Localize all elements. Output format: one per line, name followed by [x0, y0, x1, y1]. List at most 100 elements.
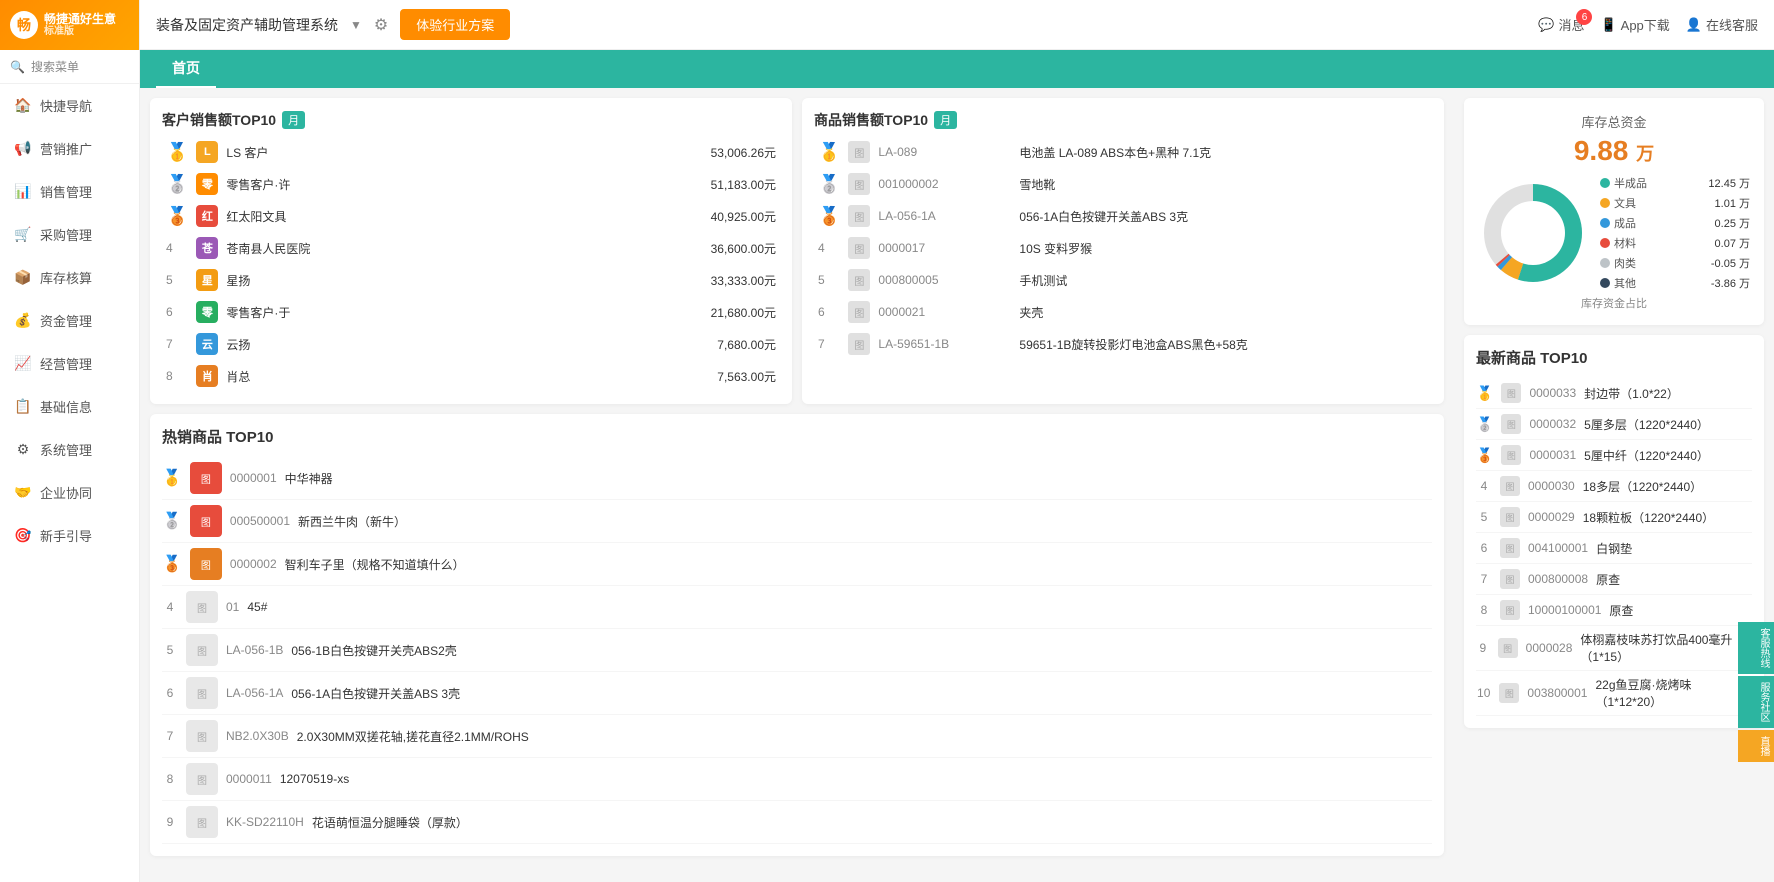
message-item[interactable]: 💬 消息 6 [1538, 15, 1584, 34]
search-label: 搜索菜单 [31, 58, 79, 75]
app-download-label: App下载 [1621, 15, 1670, 34]
legend-value: -3.86 万 [1711, 275, 1750, 291]
product-img-icon: 图 [1500, 507, 1520, 527]
inventory-value: 9.88 万 [1478, 135, 1750, 167]
service-icon: 👤 [1686, 17, 1702, 33]
latest-product-item: 10 图 003800001 22g鱼豆腐·烧烤味（1*12*20） [1476, 671, 1752, 716]
legend-value: 12.45 万 [1708, 175, 1750, 191]
sidebar-item-label: 销售管理 [40, 182, 92, 201]
latest-product-item: 5 图 0000029 18颗粒板（1220*2440） [1476, 502, 1752, 533]
customer-rank-row: 🥈 零 零售客户·许 51,183.00元 [162, 168, 780, 200]
legend-dot [1600, 258, 1610, 268]
sidebar-item-inventory[interactable]: 📦 库存核算 [0, 256, 139, 299]
sidebar-item-label: 经营管理 [40, 354, 92, 373]
product-rank-row: 🥇 图 LA-089 电池盖 LA-089 ABS本色+黑种 7.1克 [814, 136, 1432, 168]
sidebar-item-purchase[interactable]: 🛒 采购管理 [0, 213, 139, 256]
message-icon: 💬 [1538, 17, 1554, 33]
cs-community-btn[interactable]: 服务社区 [1738, 676, 1774, 728]
nav-tabs: 首页 [140, 50, 1774, 88]
customer-rank-row: 🥉 红 红太阳文具 40,925.00元 [162, 200, 780, 232]
customer-rank-row: 6 零 零售客户·于 21,680.00元 [162, 296, 780, 328]
product-img-icon: 图 [1500, 600, 1520, 620]
search-menu[interactable]: 🔍 搜索菜单 [0, 50, 139, 84]
latest-product-item: 4 图 0000030 18多层（1220*2440） [1476, 471, 1752, 502]
cs-live-btn[interactable]: 直播 [1738, 730, 1774, 762]
sidebar-item-marketing[interactable]: 📢 营销推广 [0, 127, 139, 170]
latest-name: 5厘中纤（1220*2440） [1584, 447, 1709, 464]
latest-products-title: 最新商品 TOP10 [1476, 347, 1752, 368]
sidebar-item-label: 营销推广 [40, 139, 92, 158]
sidebar-item-finance[interactable]: 💰 资金管理 [0, 299, 139, 342]
sidebar-item-label: 基础信息 [40, 397, 92, 416]
latest-code: 004100001 [1528, 541, 1588, 555]
latest-code: 0000033 [1529, 386, 1576, 400]
product-rank-row: 5 图 000800005 手机测试 [814, 264, 1432, 296]
product-img-icon: 图 [1498, 638, 1518, 658]
latest-name: 封边带（1.0*22） [1584, 385, 1679, 402]
product-img-icon: 图 [1501, 383, 1521, 403]
hot-products-list: 🥇 图 0000001 中华神器 🥈 图 000500001 新西兰牛肉（新牛）… [162, 457, 1432, 844]
hot-product-item: 5 图 LA-056-1B 056-1B白色按键开关壳ABS2壳 [162, 629, 1432, 672]
hot-product-item: 🥇 图 0000001 中华神器 [162, 457, 1432, 500]
customer-service-float: 客服热线 服务社区 直播 [1738, 622, 1774, 762]
legend-item: 半成品 12.45 万 [1600, 175, 1750, 191]
latest-product-item: 9 图 0000028 体栩嘉枝味苏打饮品400毫升（1*15） [1476, 626, 1752, 671]
legend-dot [1600, 218, 1610, 228]
inventory-card: 库存总资金 9.88 万 [1464, 98, 1764, 325]
dropdown-icon[interactable]: ▼ [350, 18, 362, 32]
product-img-icon: 图 [1501, 445, 1521, 465]
legend-item: 肉类 -0.05 万 [1600, 255, 1750, 271]
ranking-section: 客户销售额TOP10 月 🥇 L LS 客户 53,006.26元 🥈 零 零售… [150, 98, 1444, 404]
latest-name: 18多层（1220*2440） [1583, 478, 1702, 495]
latest-name: 22g鱼豆腐·烧烤味（1*12*20） [1595, 676, 1752, 710]
latest-code: 10000100001 [1528, 603, 1601, 617]
product-ranking-title: 商品销售额TOP10 [814, 110, 928, 130]
sidebar-item-sales[interactable]: 📊 销售管理 [0, 170, 139, 213]
legend-value: 1.01 万 [1715, 195, 1750, 211]
product-ranking-card: 商品销售额TOP10 月 🥇 图 LA-089 电池盖 LA-089 ABS本色… [802, 98, 1444, 404]
customer-ranking-card: 客户销售额TOP10 月 🥇 L LS 客户 53,006.26元 🥈 零 零售… [150, 98, 792, 404]
sidebar-item-collab[interactable]: 🤝 企业协同 [0, 471, 139, 514]
sidebar-item-management[interactable]: 📈 经营管理 [0, 342, 139, 385]
sidebar-item-system[interactable]: ⚙ 系统管理 [0, 428, 139, 471]
latest-code: 000800008 [1528, 572, 1588, 586]
settings-icon[interactable]: ⚙ [374, 15, 388, 35]
legend-value: 0.25 万 [1715, 215, 1750, 231]
cs-hotline-btn[interactable]: 客服热线 [1738, 622, 1774, 674]
sidebar-item-nav[interactable]: 🏠 快捷导航 [0, 84, 139, 127]
app-name: 畅捷通好生意 [44, 12, 116, 26]
sidebar-item-label: 采购管理 [40, 225, 92, 244]
legend-dot [1600, 238, 1610, 248]
legend-value: -0.05 万 [1711, 255, 1750, 271]
app-download-item[interactable]: 📱 App下载 [1600, 15, 1669, 34]
system-name: 装备及固定资产辅助管理系统 [156, 15, 338, 35]
marketing-icon: 📢 [14, 140, 32, 158]
logo-icon: 畅 [10, 11, 38, 39]
online-service-label: 在线客服 [1706, 15, 1758, 34]
right-panel: 库存总资金 9.88 万 [1454, 88, 1774, 882]
trial-button[interactable]: 体验行业方案 [400, 9, 510, 40]
purchase-icon: 🛒 [14, 226, 32, 244]
sidebar-item-guide[interactable]: 🎯 新手引导 [0, 514, 139, 557]
sidebar-item-label: 快捷导航 [40, 96, 92, 115]
latest-product-item: 🥈 图 0000032 5厘多层（1220*2440） [1476, 409, 1752, 440]
customer-rank-row: 🥇 L LS 客户 53,006.26元 [162, 136, 780, 168]
sidebar-item-basic[interactable]: 📋 基础信息 [0, 385, 139, 428]
product-img-icon: 图 [1500, 569, 1520, 589]
product-img-icon: 图 [1501, 414, 1521, 434]
middle-panel: 客户销售额TOP10 月 🥇 L LS 客户 53,006.26元 🥈 零 零售… [140, 88, 1454, 882]
inventory-ratio-label: 库存资金占比 [1478, 295, 1750, 311]
hot-product-item: 7 图 NB2.0X30B 2.0X30MM双搓花轴,搓花直径2.1MM/ROH… [162, 715, 1432, 758]
online-service-item[interactable]: 👤 在线客服 [1686, 15, 1758, 34]
legend-dot [1600, 278, 1610, 288]
legend-label: 其他 [1614, 275, 1707, 291]
legend-label: 成品 [1614, 215, 1711, 231]
latest-code: 0000030 [1528, 479, 1575, 493]
customer-ranking-badge: 月 [282, 111, 305, 129]
tab-home[interactable]: 首页 [156, 50, 216, 88]
product-rank-row: 7 图 LA-59651-1B 59651-1B旋转投影灯电池盒ABS黑色+58… [814, 328, 1432, 360]
latest-product-item: 7 图 000800008 原查 [1476, 564, 1752, 595]
legend-dot [1600, 198, 1610, 208]
product-rank-row: 🥈 图 001000002 雪地靴 [814, 168, 1432, 200]
topbar: 装备及固定资产辅助管理系统 ▼ ⚙ 体验行业方案 💬 消息 6 📱 App下载 … [140, 0, 1774, 50]
